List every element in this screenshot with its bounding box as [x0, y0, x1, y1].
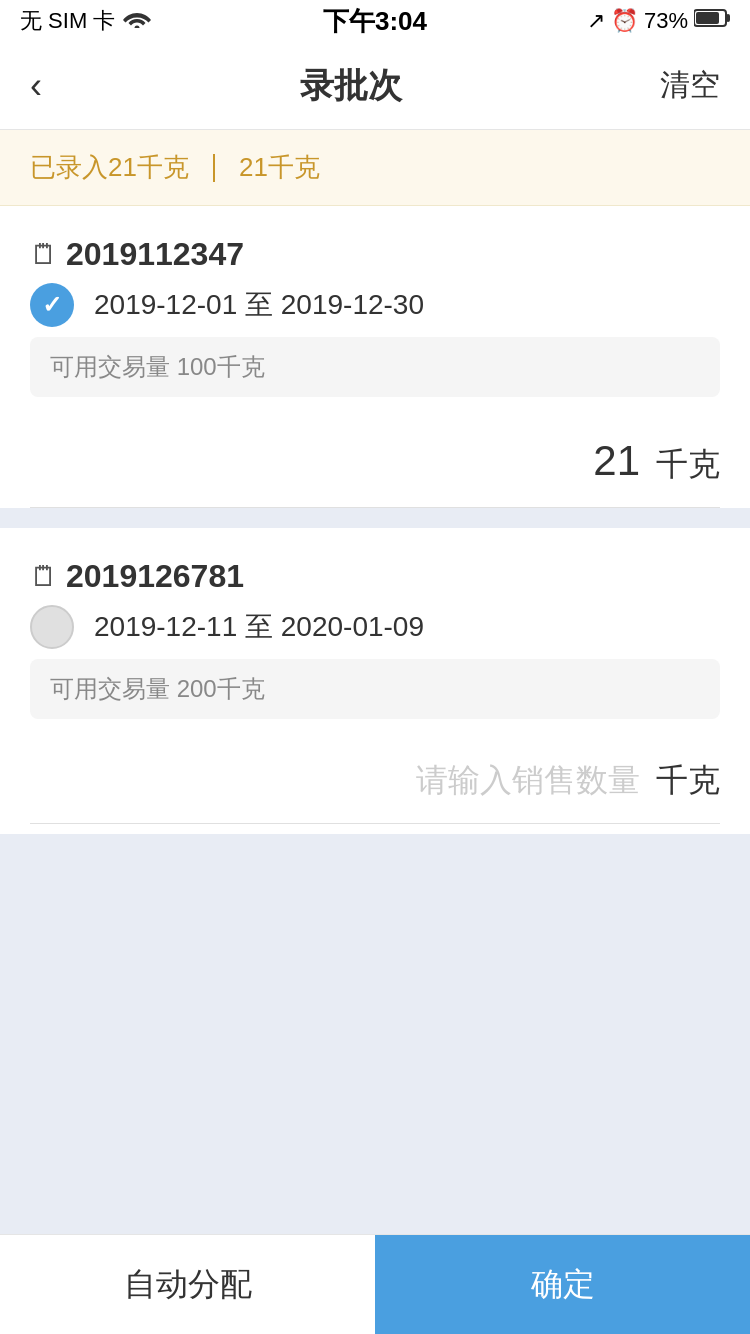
status-time: 下午3:04 — [323, 4, 427, 39]
batch-1-amount-row: 21 千克 — [0, 417, 750, 507]
battery-text: 73% — [644, 8, 688, 34]
batch-2-id: 2019126781 — [66, 558, 244, 595]
summary-value: 21千克 — [239, 150, 320, 185]
checkmark-icon: ✓ — [42, 291, 62, 319]
svg-point-0 — [135, 26, 140, 29]
status-bar: 无 SIM 卡 下午3:04 ↗ ⏰ 73% — [0, 0, 750, 42]
back-button[interactable]: ‹ — [30, 65, 42, 107]
batch-2-header: 🗒 2019126781 — [0, 528, 750, 605]
summary-label: 已录入21千克 — [30, 150, 189, 185]
no-sim-text: 无 SIM 卡 — [20, 6, 115, 36]
batch-item-2: 🗒 2019126781 2019-12-11 至 2020-01-09 可用交… — [0, 528, 750, 834]
batch-2-date: 2019-12-11 至 2020-01-09 — [94, 608, 424, 646]
location-icon: ↗ — [587, 8, 605, 34]
summary-divider — [213, 154, 215, 182]
svg-rect-3 — [696, 12, 719, 24]
auto-distribute-button[interactable]: 自动分配 — [0, 1235, 375, 1334]
page-title: 录批次 — [300, 63, 402, 109]
batch-1-id: 2019112347 — [66, 236, 244, 273]
batch-2-unit: 千克 — [656, 759, 720, 803]
summary-bar: 已录入21千克 21千克 — [0, 130, 750, 206]
empty-area — [0, 834, 750, 1234]
battery-icon — [694, 8, 730, 34]
bottom-bar: 自动分配 确定 — [0, 1234, 750, 1334]
svg-rect-2 — [726, 14, 730, 22]
batch-2-input-row[interactable]: 千克 — [0, 739, 750, 823]
wifi-icon — [123, 8, 151, 34]
status-left: 无 SIM 卡 — [20, 6, 151, 36]
section-separator-1 — [0, 508, 750, 528]
nav-bar: ‹ 录批次 清空 — [0, 42, 750, 130]
batch-1-header: 🗒 2019112347 — [0, 206, 750, 283]
batch-1-available-qty: 可用交易量 100千克 — [30, 337, 720, 397]
input-underline — [30, 823, 720, 824]
batch-2-checkbox[interactable] — [30, 605, 74, 649]
batch-2-icon: 🗒 — [30, 560, 58, 593]
batch-2-date-row[interactable]: 2019-12-11 至 2020-01-09 — [0, 605, 750, 659]
qty-input[interactable] — [340, 762, 640, 799]
batch-1-checkbox[interactable]: ✓ — [30, 283, 74, 327]
alarm-icon: ⏰ — [611, 8, 638, 34]
batch-1-unit: 千克 — [656, 443, 720, 487]
batch-2-available-qty: 可用交易量 200千克 — [30, 659, 720, 719]
status-right: ↗ ⏰ 73% — [587, 8, 730, 34]
batch-1-amount: 21 — [593, 437, 640, 485]
batch-1-date: 2019-12-01 至 2019-12-30 — [94, 286, 424, 324]
batch-1-date-row[interactable]: ✓ 2019-12-01 至 2019-12-30 — [0, 283, 750, 337]
clear-button[interactable]: 清空 — [660, 65, 720, 106]
batch-item-1: 🗒 2019112347 ✓ 2019-12-01 至 2019-12-30 可… — [0, 206, 750, 508]
confirm-button[interactable]: 确定 — [375, 1235, 750, 1334]
batch-1-icon: 🗒 — [30, 238, 58, 271]
